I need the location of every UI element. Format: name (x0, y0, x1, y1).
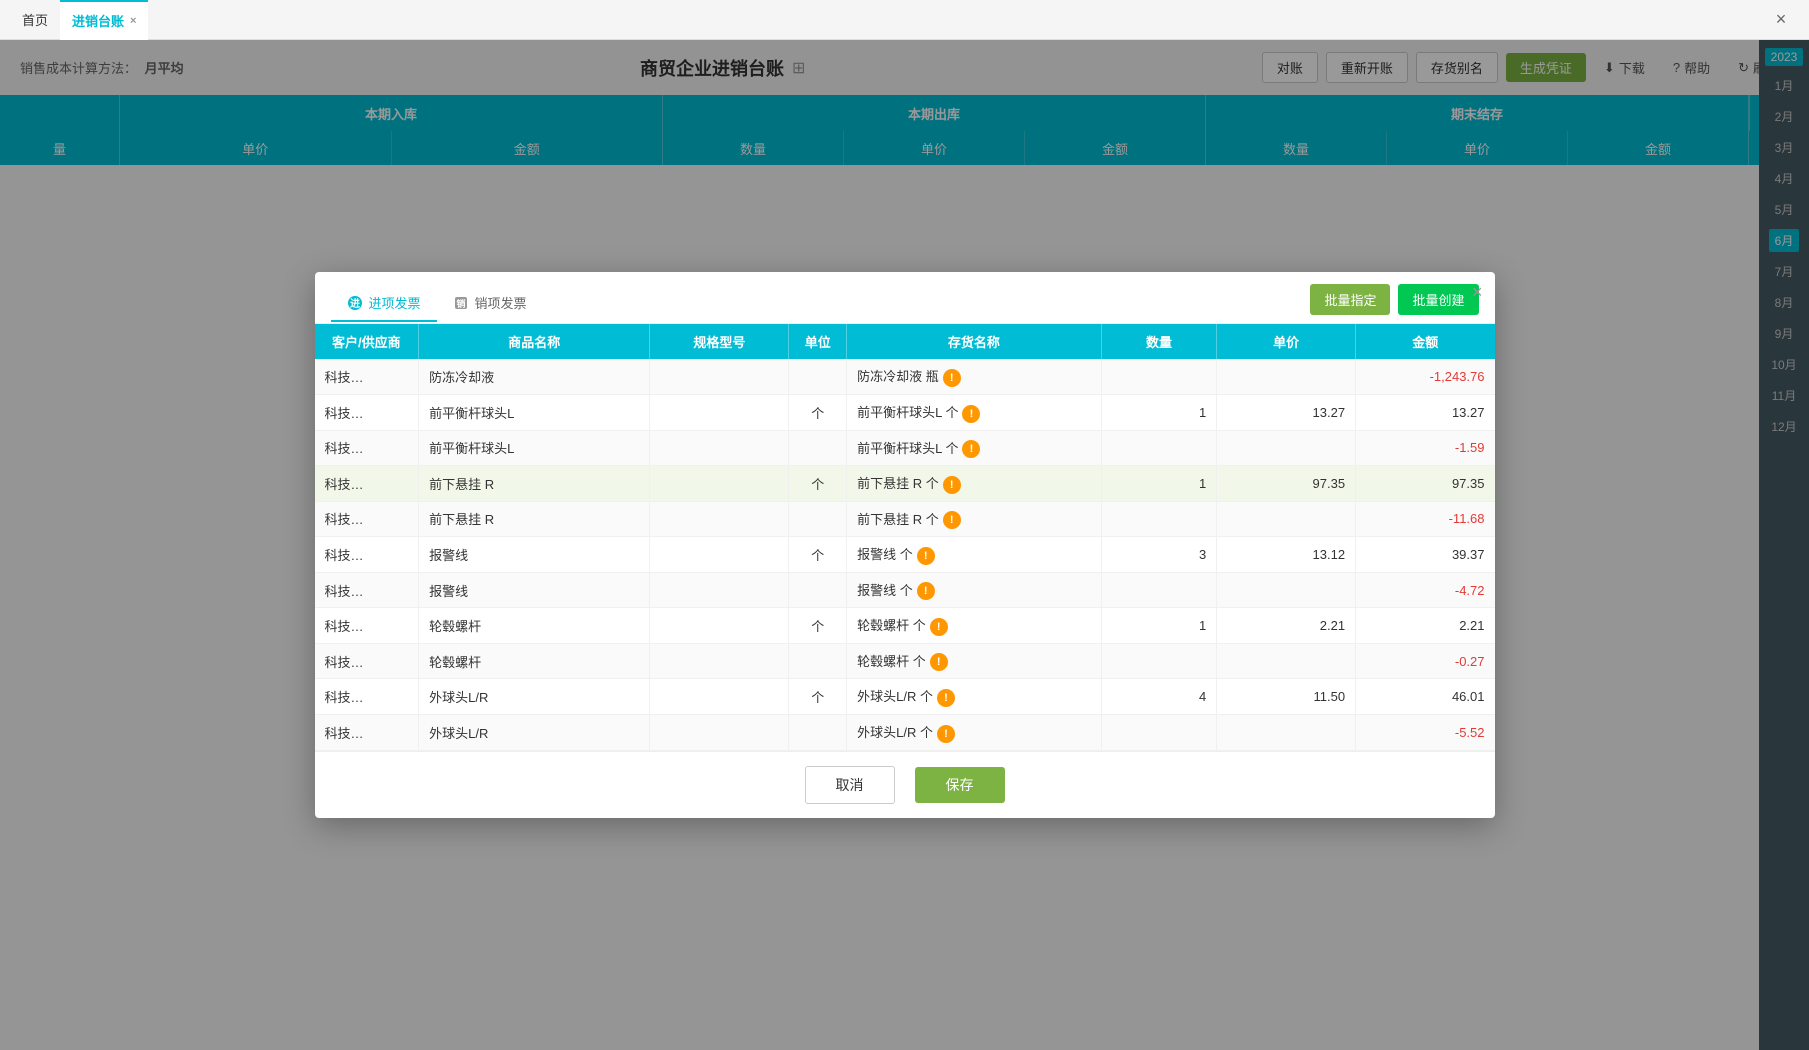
svg-text:销: 销 (456, 298, 465, 309)
table-row[interactable]: 科技…外球头L/R外球头L/R 个!-5.52 (315, 715, 1495, 751)
col-qty: 数量 (1101, 324, 1217, 359)
batch-assign-button[interactable]: 批量指定 (1310, 284, 1390, 315)
window-close-button[interactable]: × (1763, 2, 1799, 38)
inventory-name: 前平衡杆球头L 个 (857, 405, 958, 420)
warning-icon: ! (930, 618, 948, 636)
modal-overlay: × 进 进项发票 销 销项发票 (0, 40, 1809, 1050)
table-row[interactable]: 科技…外球头L/R个外球头L/R 个!411.5046.01 (315, 679, 1495, 715)
inventory-name: 前平衡杆球头L 个 (857, 441, 958, 456)
table-row[interactable]: 科技…轮毂螺杆个轮毂螺杆 个!12.212.21 (315, 608, 1495, 644)
inventory-name: 外球头L/R 个 (857, 725, 933, 740)
table-row[interactable]: 科技…前下悬挂 R个前下悬挂 R 个!197.3597.35 (315, 466, 1495, 502)
inventory-name: 轮毂螺杆 个 (857, 618, 926, 633)
inventory-name: 外球头L/R 个 (857, 689, 933, 704)
tab-sales-label: 销项发票 (475, 293, 527, 312)
col-unit: 单位 (789, 324, 847, 359)
tab-home[interactable]: 首页 (10, 0, 60, 40)
tab-sales-invoice[interactable]: 销 销项发票 (437, 285, 543, 322)
invoice-in-icon: 进 (347, 295, 363, 311)
modal-footer: 取消 保存 (315, 751, 1495, 818)
tab-ledger-close[interactable]: × (130, 15, 136, 27)
batch-create-button[interactable]: 批量创建 (1398, 284, 1478, 315)
tab-ledger-label: 进销台账 (72, 11, 124, 30)
modal-close-button[interactable]: × (1472, 282, 1483, 303)
table-header-row: 客户/供应商 商品名称 规格型号 单位 存货名称 数量 单价 金额 (315, 324, 1495, 359)
save-button[interactable]: 保存 (915, 767, 1005, 803)
warning-icon: ! (930, 653, 948, 671)
warning-icon: ! (943, 476, 961, 494)
col-supplier: 客户/供应商 (315, 324, 419, 359)
warning-icon: ! (917, 547, 935, 565)
warning-icon: ! (943, 511, 961, 529)
warning-icon: ! (937, 725, 955, 743)
inventory-name: 前下悬挂 R 个 (857, 512, 939, 527)
col-inventory: 存货名称 (847, 324, 1102, 359)
warning-icon: ! (962, 440, 980, 458)
warning-icon: ! (917, 582, 935, 600)
table-row[interactable]: 科技…前下悬挂 R前下悬挂 R 个!-11.68 (315, 501, 1495, 537)
col-spec: 规格型号 (650, 324, 789, 359)
table-row[interactable]: 科技…轮毂螺杆轮毂螺杆 个!-0.27 (315, 643, 1495, 679)
modal-table-area: 客户/供应商 商品名称 规格型号 单位 存货名称 数量 单价 金额 科 (315, 324, 1495, 750)
col-price: 单价 (1217, 324, 1356, 359)
table-row[interactable]: 科技…前平衡杆球头L前平衡杆球头L 个!-1.59 (315, 430, 1495, 466)
cancel-button[interactable]: 取消 (805, 766, 895, 804)
col-product-name: 商品名称 (419, 324, 650, 359)
tab-purchase-label: 进项发票 (369, 293, 421, 312)
warning-icon: ! (943, 369, 961, 387)
window-close-icon: × (1776, 9, 1787, 30)
tab-ledger[interactable]: 进销台账 × (60, 0, 148, 40)
modal-dialog: × 进 进项发票 销 销项发票 (315, 272, 1495, 817)
col-amount: 金额 (1356, 324, 1495, 359)
tab-home-label: 首页 (22, 10, 48, 29)
table-row[interactable]: 科技…防冻冷却液防冻冷却液 瓶!-1,243.76 (315, 359, 1495, 394)
tab-purchase-invoice[interactable]: 进 进项发票 (331, 285, 437, 322)
table-row[interactable]: 科技…报警线个报警线 个!313.1239.37 (315, 537, 1495, 573)
inventory-name: 报警线 个 (857, 547, 913, 562)
modal-header: 进 进项发票 销 销项发票 批量指定 批量创建 (315, 272, 1495, 324)
inventory-name: 报警线 个 (857, 583, 913, 598)
warning-icon: ! (937, 689, 955, 707)
warning-icon: ! (962, 405, 980, 423)
table-row[interactable]: 科技…前平衡杆球头L个前平衡杆球头L 个!113.2713.27 (315, 394, 1495, 430)
table-row[interactable]: 科技…报警线报警线 个!-4.72 (315, 572, 1495, 608)
tab-bar: 首页 进销台账 × × (0, 0, 1809, 40)
invoice-table: 客户/供应商 商品名称 规格型号 单位 存货名称 数量 单价 金额 科 (315, 324, 1495, 750)
svg-text:进: 进 (350, 297, 360, 310)
inventory-name: 防冻冷却液 瓶 (857, 369, 939, 384)
inventory-name: 轮毂螺杆 个 (857, 654, 926, 669)
invoice-out-icon: 销 (453, 295, 469, 311)
inventory-name: 前下悬挂 R 个 (857, 476, 939, 491)
modal-action-buttons: 批量指定 批量创建 (1310, 284, 1478, 323)
